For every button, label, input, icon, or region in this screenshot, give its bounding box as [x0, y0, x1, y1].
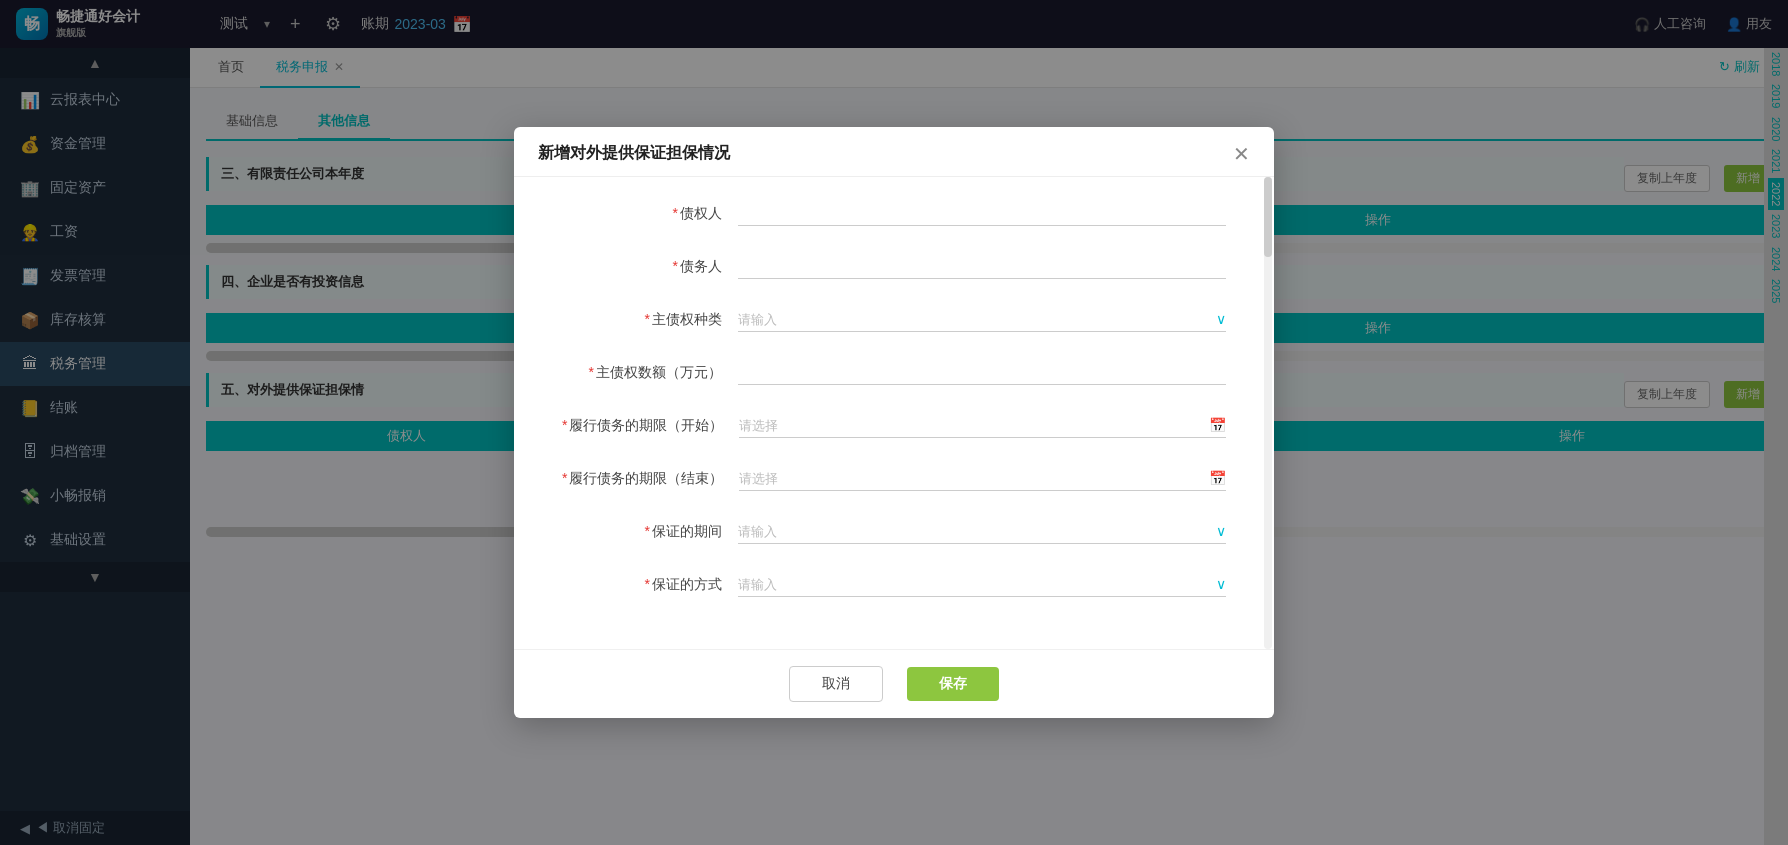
field-creditor[interactable]: [738, 201, 1226, 226]
dialog-body: *债权人*债务人*主债权种类∨*主债权数额（万元）*履行债务的期限（开始）📅*履…: [514, 177, 1274, 649]
form-row-period_end: *履行债务的期限（结束） 📅: [562, 466, 1226, 491]
form-row-claim_amount: *主债权数额（万元）: [562, 360, 1226, 385]
cancel-button[interactable]: 取消: [789, 666, 883, 702]
form-row-guarantee_period: *保证的期间 ∨: [562, 519, 1226, 544]
field-claim_type[interactable]: [738, 311, 1208, 327]
dialog-close-button[interactable]: ✕: [1233, 144, 1250, 164]
form-row-debtor: *债务人: [562, 254, 1226, 279]
calendar-icon-period_start[interactable]: 📅: [1209, 417, 1226, 433]
form-row-creditor: *债权人: [562, 201, 1226, 226]
dialog-header: 新增对外提供保证担保情况 ✕: [514, 127, 1274, 177]
save-button[interactable]: 保存: [907, 667, 999, 701]
field-wrap-claim_type: ∨: [738, 307, 1226, 332]
form-label-period_end: *履行债务的期限（结束）: [562, 470, 723, 488]
field-claim_amount[interactable]: [738, 360, 1226, 385]
form-label-guarantee_method: *保证的方式: [562, 576, 722, 594]
dialog: 新增对外提供保证担保情况 ✕ *债权人 *债务人 *主债权种类 ∨ *主债权数额（万元）…: [514, 127, 1274, 718]
field-wrap-guarantee_period: ∨: [738, 519, 1226, 544]
dialog-title: 新增对外提供保证担保情况: [538, 143, 730, 164]
field-wrap-period_end: 📅: [739, 466, 1226, 491]
form-row-guarantee_method: *保证的方式 ∨: [562, 572, 1226, 597]
form-label-claim_type: *主债权种类: [562, 311, 722, 329]
field-period_start[interactable]: [739, 417, 1201, 433]
field-debtor[interactable]: [738, 254, 1226, 279]
field-guarantee_period[interactable]: [738, 523, 1208, 539]
form-row-claim_type: *主债权种类 ∨: [562, 307, 1226, 332]
field-wrap-period_start: 📅: [739, 413, 1226, 438]
form-label-debtor: *债务人: [562, 258, 722, 276]
dialog-scrollbar[interactable]: [1264, 177, 1272, 649]
form-label-creditor: *债权人: [562, 205, 722, 223]
form-label-guarantee_period: *保证的期间: [562, 523, 722, 541]
field-period_end[interactable]: [739, 470, 1201, 486]
dialog-overlay: 新增对外提供保证担保情况 ✕ *债权人 *债务人 *主债权种类 ∨ *主债权数额（万元）…: [0, 0, 1788, 845]
dropdown-icon-guarantee_period[interactable]: ∨: [1216, 523, 1226, 539]
dropdown-icon-claim_type[interactable]: ∨: [1216, 311, 1226, 327]
form-label-claim_amount: *主债权数额（万元）: [562, 364, 722, 382]
calendar-icon-period_end[interactable]: 📅: [1209, 470, 1226, 486]
form-label-period_start: *履行债务的期限（开始）: [562, 417, 723, 435]
dialog-footer: 取消 保存: [514, 649, 1274, 718]
form-row-period_start: *履行债务的期限（开始） 📅: [562, 413, 1226, 438]
field-wrap-guarantee_method: ∨: [738, 572, 1226, 597]
dropdown-icon-guarantee_method[interactable]: ∨: [1216, 576, 1226, 592]
field-guarantee_method[interactable]: [738, 576, 1208, 592]
